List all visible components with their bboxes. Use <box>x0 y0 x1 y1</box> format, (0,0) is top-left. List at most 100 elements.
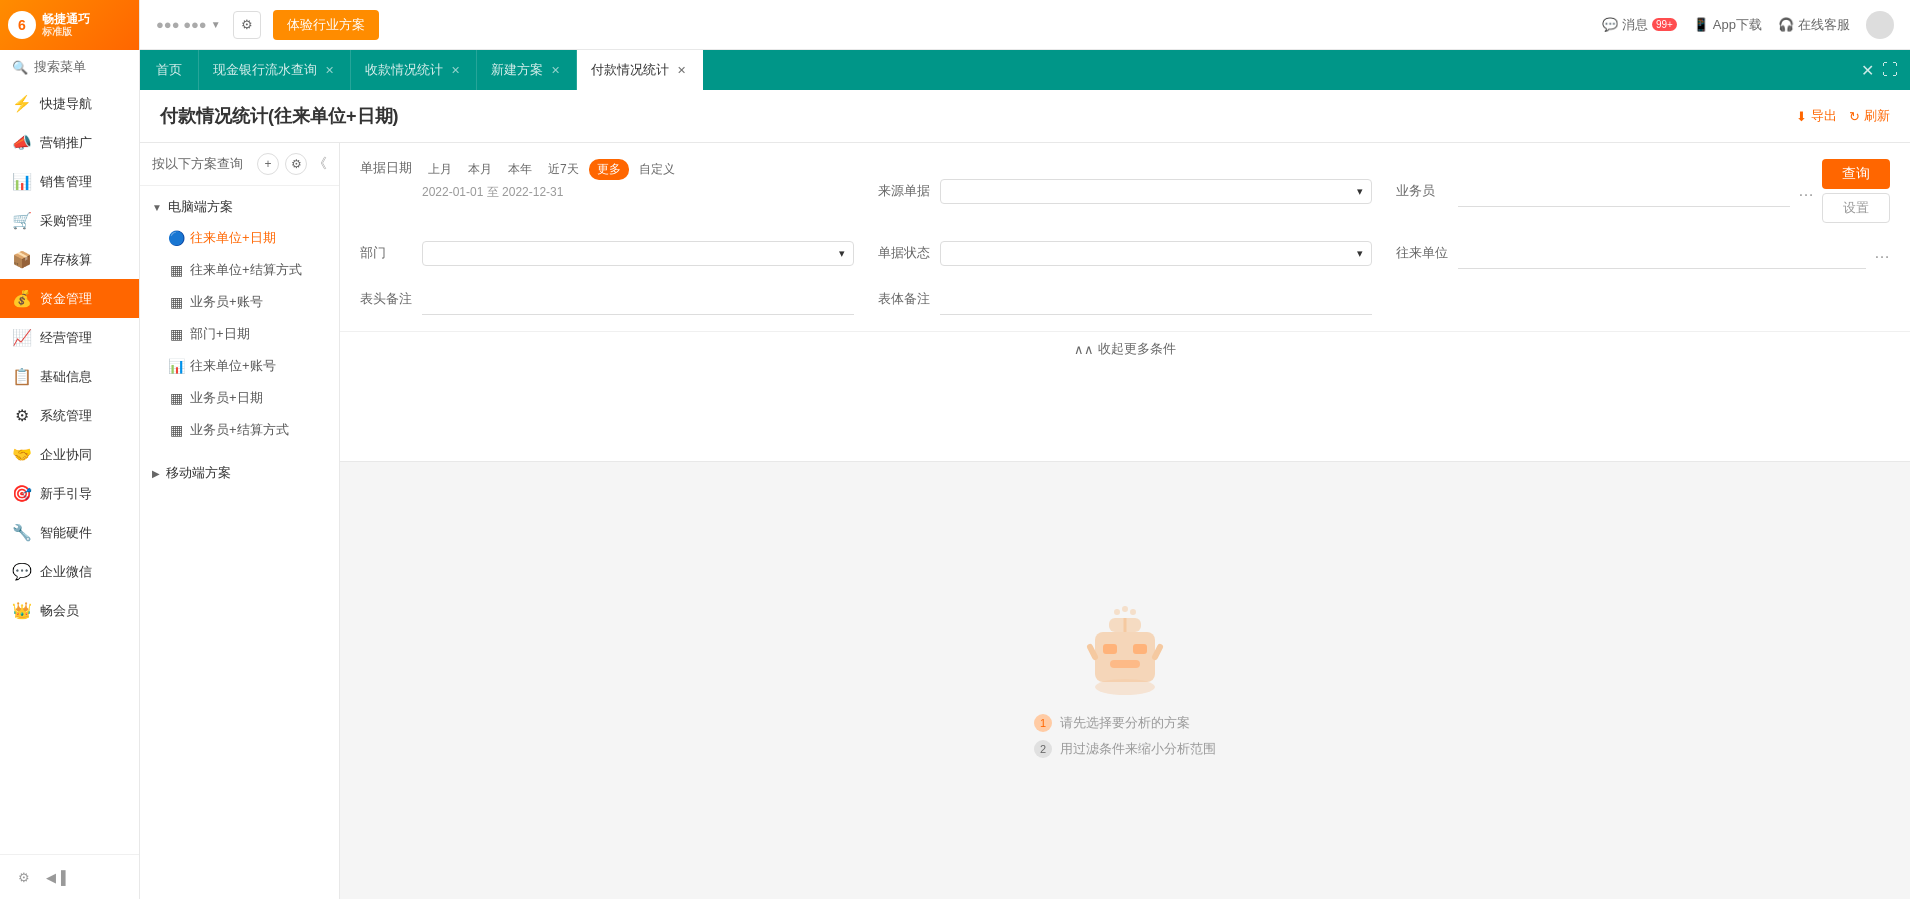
filter-salesperson-input[interactable] <box>1458 179 1790 202</box>
scheme-item-counterpart-date[interactable]: 🔵往来单位+日期 <box>140 222 339 254</box>
sidebar-item-marketing[interactable]: 📣营销推广 <box>0 123 139 162</box>
message-btn[interactable]: 💬 消息 99+ <box>1602 16 1677 34</box>
sidebar-item-member[interactable]: 👑畅会员 <box>0 591 139 630</box>
sidebar-item-hardware[interactable]: 🔧智能硬件 <box>0 513 139 552</box>
user-avatar[interactable] <box>1866 11 1894 39</box>
date-btn-more[interactable]: 更多 <box>589 159 629 180</box>
scheme-group-chevron-mobile: ▶ <box>152 468 160 479</box>
app-logo-icon: 6 <box>8 11 36 39</box>
sidebar-item-wechat[interactable]: 💬企业微信 <box>0 552 139 591</box>
scheme-group-header-mobile[interactable]: ▶移动端方案 <box>140 458 339 488</box>
nav-icon-system: ⚙ <box>12 406 32 425</box>
date-btn-this-year[interactable]: 本年 <box>502 159 538 180</box>
scheme-group-header-desktop[interactable]: ▼电脑端方案 <box>140 192 339 222</box>
export-icon: ⬇ <box>1796 109 1807 124</box>
filter-header-note-input[interactable] <box>422 287 854 310</box>
tab-new-scheme[interactable]: 新建方案 ✕ <box>477 50 577 90</box>
sidebar-item-quick-nav[interactable]: ⚡快捷导航 <box>0 84 139 123</box>
tab-receipts[interactable]: 收款情况统计 ✕ <box>351 50 477 90</box>
svg-rect-1 <box>1095 632 1155 682</box>
filter-body-note-wrap <box>940 283 1372 315</box>
search-menu-item[interactable]: 🔍 搜索菜单 <box>0 50 139 84</box>
expand-tab-icon[interactable]: ⛶ <box>1882 61 1898 79</box>
close-tab-icon[interactable]: ✕ <box>1861 61 1874 80</box>
tip-2-text: 用过滤条件来缩小分析范围 <box>1060 740 1216 758</box>
tab-cash-flow[interactable]: 现金银行流水查询✕ <box>199 50 351 90</box>
tab-close-receipts[interactable]: ✕ <box>449 62 462 79</box>
topbar-settings-btn[interactable]: ⚙ <box>233 11 261 39</box>
sidebar-item-guide[interactable]: 🎯新手引导 <box>0 474 139 513</box>
tab-label-receipts: 收款情况统计 <box>365 61 443 79</box>
scheme-panel: 按以下方案查询 + ⚙ 《 ▼电脑端方案🔵往来单位+日期▦往来单位+结算方式▦业… <box>140 143 340 899</box>
nav-label-basic-info: 基础信息 <box>40 368 92 386</box>
sidebar-item-enterprise[interactable]: 🤝企业协同 <box>0 435 139 474</box>
tab-close-payments[interactable]: ✕ <box>675 62 688 79</box>
sidebar-settings-icon[interactable]: ⚙ <box>12 865 36 889</box>
sidebar-item-basic-info[interactable]: 📋基础信息 <box>0 357 139 396</box>
refresh-btn[interactable]: ↻ 刷新 <box>1849 107 1890 125</box>
filter-dept-select[interactable]: ▾ <box>422 241 854 266</box>
svg-line-5 <box>1090 647 1095 657</box>
scheme-item-counterpart-account[interactable]: 📊往来单位+账号 <box>140 350 339 382</box>
collapse-more-icon: ∧∧ <box>1074 342 1094 357</box>
salesperson-more-btn[interactable]: … <box>1798 182 1814 200</box>
filter-date-field: 单据日期 上月 本月 本年 近7天 更多 自定义 2022-01-01 至 20… <box>360 159 854 223</box>
try-industry-btn[interactable]: 体验行业方案 <box>273 10 379 40</box>
settings-btn[interactable]: 设置 <box>1822 193 1890 223</box>
sidebar-item-system[interactable]: ⚙ 系统管理 <box>0 396 139 435</box>
tab-home[interactable]: 首页 <box>140 50 199 90</box>
sidebar-item-purchase[interactable]: 🛒采购管理 <box>0 201 139 240</box>
search-icon: 🔍 <box>12 60 28 75</box>
nav-icon-quick-nav: ⚡ <box>12 94 32 113</box>
export-btn[interactable]: ⬇ 导出 <box>1796 107 1837 125</box>
filter-area: 单据日期 上月 本月 本年 近7天 更多 自定义 2022-01-01 至 20… <box>340 143 1910 462</box>
add-scheme-btn[interactable]: + <box>257 153 279 175</box>
filter-source-select[interactable]: ▾ <box>940 179 1372 204</box>
tab-payments[interactable]: 付款情况统计 ✕ <box>577 50 703 90</box>
filter-salesperson-label: 业务员 <box>1396 182 1450 200</box>
query-btn[interactable]: 查询 <box>1822 159 1890 189</box>
date-btn-custom[interactable]: 自定义 <box>633 159 681 180</box>
filter-body-note-input[interactable] <box>940 287 1372 310</box>
filter-body-note-label: 表体备注 <box>878 290 932 308</box>
sidebar-item-inventory[interactable]: 📦库存核算 <box>0 240 139 279</box>
svg-point-10 <box>1122 606 1128 612</box>
scheme-collapse-btn[interactable]: 《 <box>313 155 327 173</box>
scheme-item-counterpart-settlement[interactable]: ▦往来单位+结算方式 <box>140 254 339 286</box>
online-service-btn[interactable]: 🎧 在线客服 <box>1778 16 1850 34</box>
tab-list: 首页现金银行流水查询✕ 收款情况统计 ✕ 新建方案 ✕ 付款情况统计 ✕ <box>140 50 703 90</box>
sidebar-item-sales[interactable]: 📊销售管理 <box>0 162 139 201</box>
tab-label-new-scheme: 新建方案 <box>491 61 543 79</box>
date-btn-last-month[interactable]: 上月 <box>422 159 458 180</box>
date-btn-7days[interactable]: 近7天 <box>542 159 585 180</box>
nav-icon-enterprise: 🤝 <box>12 445 32 464</box>
sidebar-item-capital[interactable]: 💰资金管理 <box>0 279 139 318</box>
nav-label-system: 系统管理 <box>40 407 92 425</box>
filter-counterpart-input[interactable] <box>1458 241 1866 264</box>
topbar-right: 💬 消息 99+ 📱 App下载 🎧 在线客服 <box>1602 11 1894 39</box>
counterpart-more-btn[interactable]: … <box>1874 244 1890 262</box>
scheme-item-label-dept-date: 部门+日期 <box>190 325 250 343</box>
topbar: ●●● ●●● ▼ ⚙ 体验行业方案 💬 消息 99+ 📱 App下载 🎧 在线… <box>140 0 1910 50</box>
tab-label-payments: 付款情况统计 <box>591 61 669 79</box>
app-logo-text: 畅捷通巧 标准版 <box>42 12 90 38</box>
date-btn-this-month[interactable]: 本月 <box>462 159 498 180</box>
scheme-item-salesperson-settlement[interactable]: ▦业务员+结算方式 <box>140 414 339 446</box>
tab-close-cash-flow[interactable]: ✕ <box>323 62 336 79</box>
scheme-item-salesperson-date[interactable]: ▦业务员+日期 <box>140 382 339 414</box>
app-download-btn[interactable]: 📱 App下载 <box>1693 16 1762 34</box>
sidebar-item-operations[interactable]: 📈经营管理 <box>0 318 139 357</box>
scheme-item-salesperson-account[interactable]: ▦业务员+账号 <box>140 286 339 318</box>
collapse-more-btn[interactable]: ∧∧ 收起更多条件 <box>340 331 1910 366</box>
scheme-item-icon-counterpart-settlement: ▦ <box>168 262 184 278</box>
filter-status-select[interactable]: ▾ <box>940 241 1372 266</box>
scheme-item-dept-date[interactable]: ▦部门+日期 <box>140 318 339 350</box>
sidebar-collapse-icon[interactable]: ◀▐ <box>44 865 68 889</box>
sidebar: 6 畅捷通巧 标准版 🔍 搜索菜单 ⚡快捷导航📣营销推广📊销售管理🛒采购管理📦库… <box>0 0 140 899</box>
scheme-settings-btn[interactable]: ⚙ <box>285 153 307 175</box>
topbar-arrow-icon: ▼ <box>211 19 221 30</box>
tab-close-new-scheme[interactable]: ✕ <box>549 62 562 79</box>
scheme-panel-header-icons: + ⚙ 《 <box>257 153 327 175</box>
nav-label-marketing: 营销推广 <box>40 134 92 152</box>
filter-source-label: 来源单据 <box>878 182 932 200</box>
